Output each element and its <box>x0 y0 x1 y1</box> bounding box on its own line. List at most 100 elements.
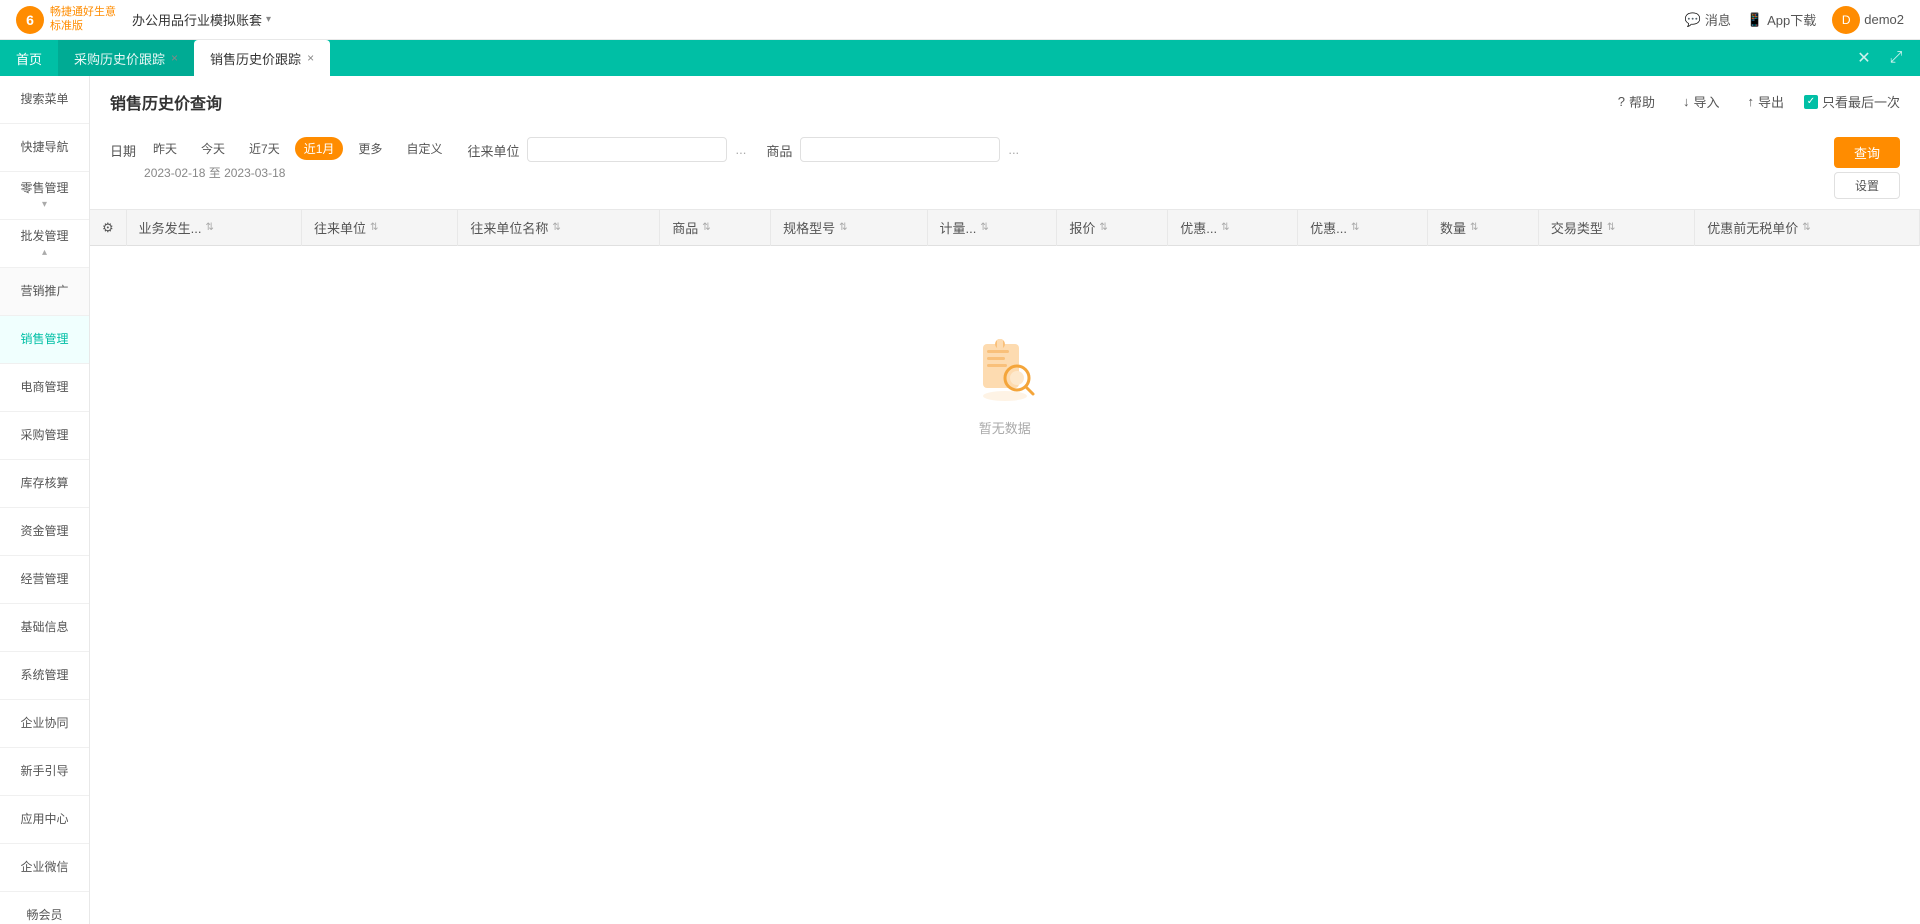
partner-filter-group: 往来单位 ... <box>467 137 750 162</box>
date-chip-1month[interactable]: 近1月 <box>295 137 344 160</box>
sidebar-item-label: 新手引导 <box>20 764 68 780</box>
sidebar-item-ecommerce[interactable]: 电商管理 <box>0 364 89 412</box>
sort-icon: ⇅ <box>839 222 847 233</box>
th-discount1[interactable]: 优惠... ⇅ <box>1168 210 1298 246</box>
help-button[interactable]: ? 帮助 <box>1610 88 1663 115</box>
avatar: D <box>1832 6 1860 34</box>
sidebar-item-member[interactable]: 畅会员 <box>0 892 89 924</box>
query-button[interactable]: 查询 <box>1834 137 1900 168</box>
tab-purchase[interactable]: 采购历史价跟踪 × <box>58 40 194 76</box>
settings-button[interactable]: 设置 <box>1834 172 1900 199</box>
logo-area: 6 畅捷通好生意 标准版 <box>16 6 116 34</box>
close-tab-purchase[interactable]: × <box>171 52 178 64</box>
goods-filter-group: 商品 ... <box>766 137 1023 162</box>
close-tab-sales[interactable]: × <box>307 52 314 64</box>
message-action[interactable]: 💬 消息 <box>1685 10 1731 29</box>
date-range-text: 2023-02-18 至 2023-03-18 <box>144 164 451 181</box>
header-right: 💬 消息 📱 App下载 D demo2 <box>1685 6 1904 34</box>
empty-state-cell: 暂无数据 <box>90 246 1920 518</box>
sidebar-item-label: 资金管理 <box>20 524 68 540</box>
import-button[interactable]: ↓ 导入 <box>1675 88 1728 115</box>
goods-dots-button[interactable]: ... <box>1004 138 1023 161</box>
sidebar-item-system[interactable]: 系统管理 <box>0 652 89 700</box>
th-goods[interactable]: 商品 ⇅ <box>660 210 771 246</box>
user-action[interactable]: D demo2 <box>1832 6 1904 34</box>
sidebar-item-inventory[interactable]: 库存核算 <box>0 460 89 508</box>
partner-input[interactable] <box>527 137 727 162</box>
th-trade-type[interactable]: 交易类型 ⇅ <box>1538 210 1694 246</box>
table-container: ⚙ 业务发生... ⇅ 往来单位 ⇅ <box>90 210 1920 924</box>
sort-icon: ⇅ <box>1351 222 1359 233</box>
th-pretax-price[interactable]: 优惠前无税单价 ⇅ <box>1695 210 1920 246</box>
sidebar-item-collaboration[interactable]: 企业协同 <box>0 700 89 748</box>
sidebar-item-guide[interactable]: 新手引导 <box>0 748 89 796</box>
sidebar-item-finance[interactable]: 资金管理 <box>0 508 89 556</box>
date-filter-options: 昨天 今天 近7天 近1月 更多 自定义 2023-02-18 至 2023-0… <box>144 137 451 181</box>
th-biz-date[interactable]: 业务发生... ⇅ <box>126 210 301 246</box>
sidebar-item-retail[interactable]: 零售管理 ▾ <box>0 172 89 220</box>
close-all-tabs-button[interactable]: ✕ <box>1852 46 1876 70</box>
only-last-checkbox[interactable]: ✓ 只看最后一次 <box>1804 92 1900 111</box>
sidebar-item-label: 畅会员 <box>26 908 62 924</box>
th-discount2[interactable]: 优惠... ⇅ <box>1298 210 1428 246</box>
th-spec[interactable]: 规格型号 ⇅ <box>771 210 927 246</box>
sidebar-item-wechat[interactable]: 企业微信 <box>0 844 89 892</box>
sidebar-item-app-center[interactable]: 应用中心 <box>0 796 89 844</box>
tab-home[interactable]: 首页 <box>0 40 58 76</box>
date-chip-custom[interactable]: 自定义 <box>397 137 451 160</box>
query-action-area: 查询 设置 <box>1834 137 1900 199</box>
tab-bar-actions: ✕ ⤢ <box>1852 46 1920 70</box>
app-selector[interactable]: 办公用品行业模拟账套 ▾ <box>124 6 279 33</box>
goods-filter-label: 商品 <box>766 137 792 160</box>
sidebar-item-sales-mgmt[interactable]: 销售管理 <box>0 316 89 364</box>
tab-sales[interactable]: 销售历史价跟踪 × <box>194 40 330 76</box>
sidebar-item-purchase-mgmt[interactable]: 采购管理 <box>0 412 89 460</box>
sidebar-item-label: 基础信息 <box>20 620 68 636</box>
th-qty[interactable]: 数量 ⇅ <box>1427 210 1538 246</box>
sidebar-item-label: 经营管理 <box>20 572 68 588</box>
top-header: 6 畅捷通好生意 标准版 办公用品行业模拟账套 ▾ 💬 消息 📱 App下载 D… <box>0 0 1920 40</box>
empty-state-illustration <box>965 326 1045 406</box>
goods-input[interactable] <box>800 137 1000 162</box>
page-title: 销售历史价查询 <box>110 90 222 114</box>
download-action[interactable]: 📱 App下载 <box>1747 10 1816 29</box>
sort-icon: ⇅ <box>1470 222 1478 233</box>
export-button[interactable]: ↑ 导出 <box>1739 88 1792 115</box>
header-left: 6 畅捷通好生意 标准版 办公用品行业模拟账套 ▾ <box>16 6 279 34</box>
sidebar-item-label: 电商管理 <box>20 380 68 396</box>
import-icon: ↓ <box>1683 94 1690 109</box>
date-chip-more[interactable]: 更多 <box>349 137 391 160</box>
th-unit[interactable]: 计量... ⇅ <box>927 210 1057 246</box>
date-chip-7days[interactable]: 近7天 <box>240 137 289 160</box>
date-chip-yesterday[interactable]: 昨天 <box>144 137 186 160</box>
sidebar-item-marketing[interactable]: 营销推广 <box>0 268 89 316</box>
th-quote[interactable]: 报价 ⇅ <box>1057 210 1168 246</box>
th-partner[interactable]: 往来单位 ⇅ <box>301 210 457 246</box>
sort-icon: ⇅ <box>1802 222 1810 233</box>
sidebar-item-label: 快捷导航 <box>20 140 68 156</box>
date-chips: 昨天 今天 近7天 近1月 更多 自定义 <box>144 137 451 160</box>
sidebar-item-search[interactable]: 搜索菜单 <box>0 76 89 124</box>
app-selector-label: 办公用品行业模拟账套 <box>132 10 262 29</box>
th-settings[interactable]: ⚙ <box>90 210 126 246</box>
fullscreen-button[interactable]: ⤢ <box>1884 46 1908 70</box>
sidebar-item-basic-info[interactable]: 基础信息 <box>0 604 89 652</box>
sidebar-item-quick-nav[interactable]: 快捷导航 <box>0 124 89 172</box>
logo-icon: 6 <box>16 6 44 34</box>
sidebar-item-operation[interactable]: 经营管理 <box>0 556 89 604</box>
partner-dots-button[interactable]: ... <box>731 138 750 161</box>
date-chip-today[interactable]: 今天 <box>192 137 234 160</box>
page-header: 销售历史价查询 ? 帮助 ↓ 导入 ↑ 导出 ✓ <box>90 76 1920 210</box>
sidebar-item-label: 企业微信 <box>20 860 68 876</box>
goods-input-group: ... <box>800 137 1023 162</box>
message-icon: 💬 <box>1685 12 1701 28</box>
filter-row: 日期 昨天 今天 近7天 近1月 更多 自定义 2023-02-18 至 202… <box>110 127 1900 209</box>
chevron-down-icon: ▾ <box>42 199 47 210</box>
logo-text: 畅捷通好生意 标准版 <box>50 6 116 32</box>
th-partner-name[interactable]: 往来单位名称 ⇅ <box>458 210 660 246</box>
checkbox-icon: ✓ <box>1804 95 1818 109</box>
sort-icon: ⇅ <box>1221 222 1229 233</box>
data-table: ⚙ 业务发生... ⇅ 往来单位 ⇅ <box>90 210 1920 517</box>
sort-icon: ⇅ <box>552 222 560 233</box>
sidebar-item-wholesale[interactable]: 批发管理 ▴ <box>0 220 89 268</box>
